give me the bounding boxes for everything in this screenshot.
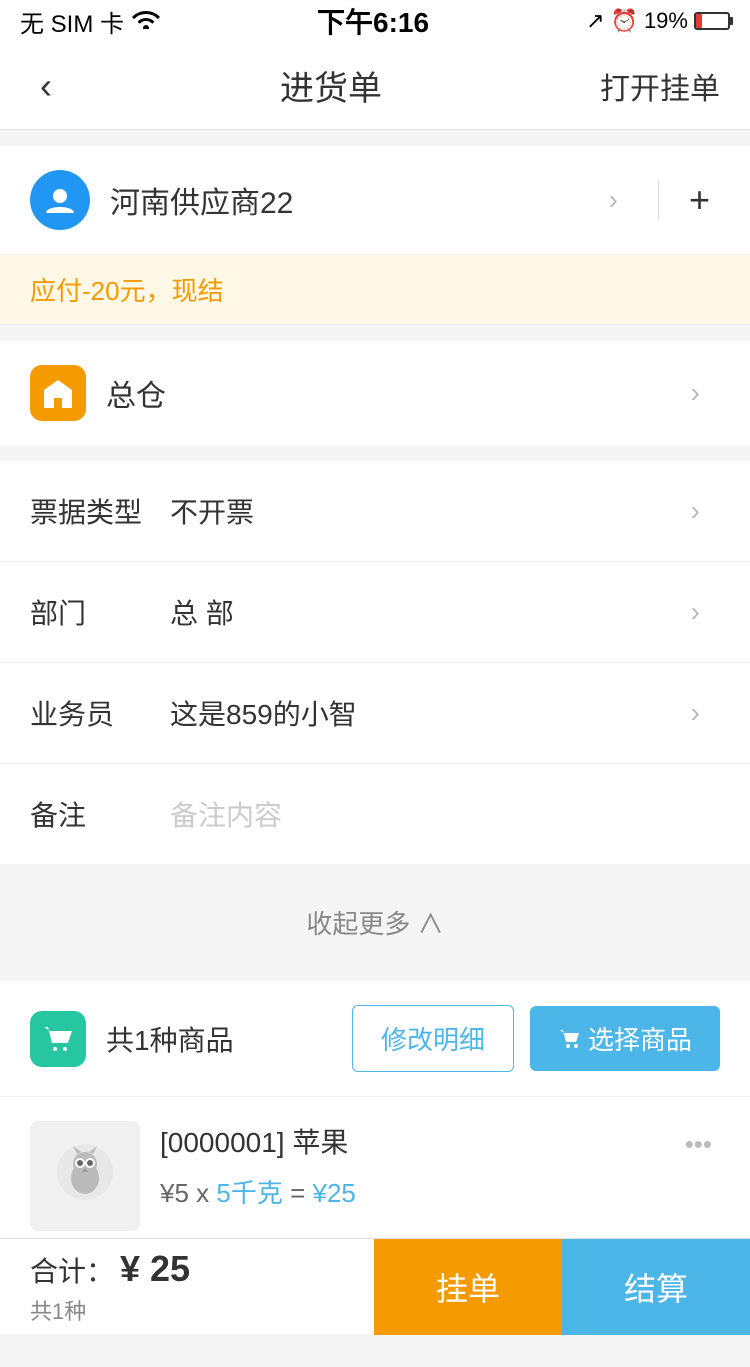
warehouse-section: 总仓 › [0, 341, 750, 445]
product-section: 共1种商品 修改明细 选择商品 [0, 981, 750, 1255]
warehouse-row[interactable]: 总仓 › [0, 341, 750, 445]
price-unit: ¥5 [160, 1178, 189, 1208]
summary-total: 合计： ¥ 25 [30, 1248, 344, 1290]
supplier-alert: 应付-20元，现结 [0, 255, 750, 325]
department-row[interactable]: 部门 总 部 › [0, 562, 750, 663]
invoice-type-value: 不开票 [170, 491, 691, 531]
summary-info: 合计： ¥ 25 共1种 [0, 1248, 374, 1326]
multiply-sign: x [196, 1178, 209, 1208]
status-left: 无 SIM 卡 [20, 4, 160, 39]
product-header: 共1种商品 修改明细 选择商品 [0, 981, 750, 1097]
status-right: ↗ ⏰ 19% [586, 8, 730, 34]
hang-label: 挂单 [436, 1264, 500, 1310]
product-logo [55, 1142, 115, 1211]
supplier-avatar [30, 170, 90, 230]
product-name: [0000001] 苹果 [160, 1121, 677, 1161]
total-amount: ¥ 25 [120, 1248, 190, 1290]
open-hang-button[interactable]: 打开挂单 [600, 64, 720, 108]
product-count-label: 共1种商品 [106, 1019, 352, 1059]
location-icon: ↗ [586, 8, 604, 34]
supplier-divider [658, 180, 659, 220]
select-product-label: 选择商品 [588, 1020, 692, 1057]
summary-count: 共1种 [30, 1294, 344, 1326]
bottom-bar: 合计： ¥ 25 共1种 挂单 结算 [0, 1238, 750, 1334]
salesman-chevron-icon: › [691, 697, 700, 729]
edit-detail-button[interactable]: 修改明细 [352, 1005, 514, 1072]
product-qty: 5千克 [216, 1178, 282, 1208]
select-product-button[interactable]: 选择商品 [530, 1006, 720, 1071]
add-supplier-button[interactable]: + [679, 179, 720, 221]
equals-sign: = [290, 1178, 305, 1208]
form-section: 票据类型 不开票 › 部门 总 部 › 业务员 这是859的小智 › 备注 备注… [0, 461, 750, 864]
product-total: ¥25 [313, 1178, 356, 1208]
remark-placeholder: 备注内容 [170, 794, 720, 834]
carrier-label: 无 SIM 卡 [20, 4, 124, 39]
supplier-chevron-icon: › [609, 184, 618, 216]
product-code: [0000001] [160, 1127, 285, 1158]
product-item: [0000001] 苹果 ¥5 x 5千克 = ¥25 ••• [0, 1097, 750, 1255]
remark-row[interactable]: 备注 备注内容 [0, 764, 750, 864]
collapse-button[interactable]: 收起更多 ∧ [0, 880, 750, 965]
status-bar: 无 SIM 卡 下午6:16 ↗ ⏰ 19% [0, 0, 750, 42]
product-more-button[interactable]: ••• [677, 1121, 720, 1168]
product-thumbnail [30, 1121, 140, 1231]
hang-button[interactable]: 挂单 [374, 1239, 562, 1335]
invoice-type-label: 票据类型 [30, 491, 170, 531]
alarm-icon: ⏰ [611, 8, 638, 34]
checkout-label: 结算 [624, 1264, 688, 1310]
total-label: 合计： [30, 1250, 114, 1290]
invoice-type-row[interactable]: 票据类型 不开票 › [0, 461, 750, 562]
department-value: 总 部 [170, 592, 691, 632]
salesman-label: 业务员 [30, 693, 170, 733]
page-title: 进货单 [280, 61, 382, 110]
supplier-row[interactable]: 河南供应商22 › + [0, 146, 750, 255]
supplier-name: 河南供应商22 [110, 178, 609, 222]
department-chevron-icon: › [691, 596, 700, 628]
checkout-button[interactable]: 结算 [562, 1239, 750, 1335]
department-label: 部门 [30, 592, 170, 632]
remark-label: 备注 [30, 794, 170, 834]
supplier-section: 河南供应商22 › + 应付-20元，现结 [0, 146, 750, 325]
salesman-value: 这是859的小智 [170, 693, 691, 733]
back-button[interactable]: ‹ [30, 55, 62, 117]
product-price: ¥5 x 5千克 = ¥25 [160, 1173, 677, 1210]
battery-icon [694, 12, 730, 30]
warehouse-chevron-icon: › [691, 377, 700, 409]
battery-percent: 19% [644, 8, 688, 34]
collapse-label: 收起更多 ∧ [306, 904, 443, 941]
cart-icon [30, 1011, 86, 1067]
nav-bar: ‹ 进货单 打开挂单 [0, 42, 750, 130]
product-title: 苹果 [292, 1127, 348, 1158]
wifi-icon [132, 7, 160, 36]
warehouse-name: 总仓 [106, 371, 691, 415]
warehouse-icon [30, 365, 86, 421]
status-time: 下午6:16 [317, 1, 429, 41]
salesman-row[interactable]: 业务员 这是859的小智 › [0, 663, 750, 764]
invoice-chevron-icon: › [691, 495, 700, 527]
product-info: [0000001] 苹果 ¥5 x 5千克 = ¥25 [160, 1121, 677, 1210]
